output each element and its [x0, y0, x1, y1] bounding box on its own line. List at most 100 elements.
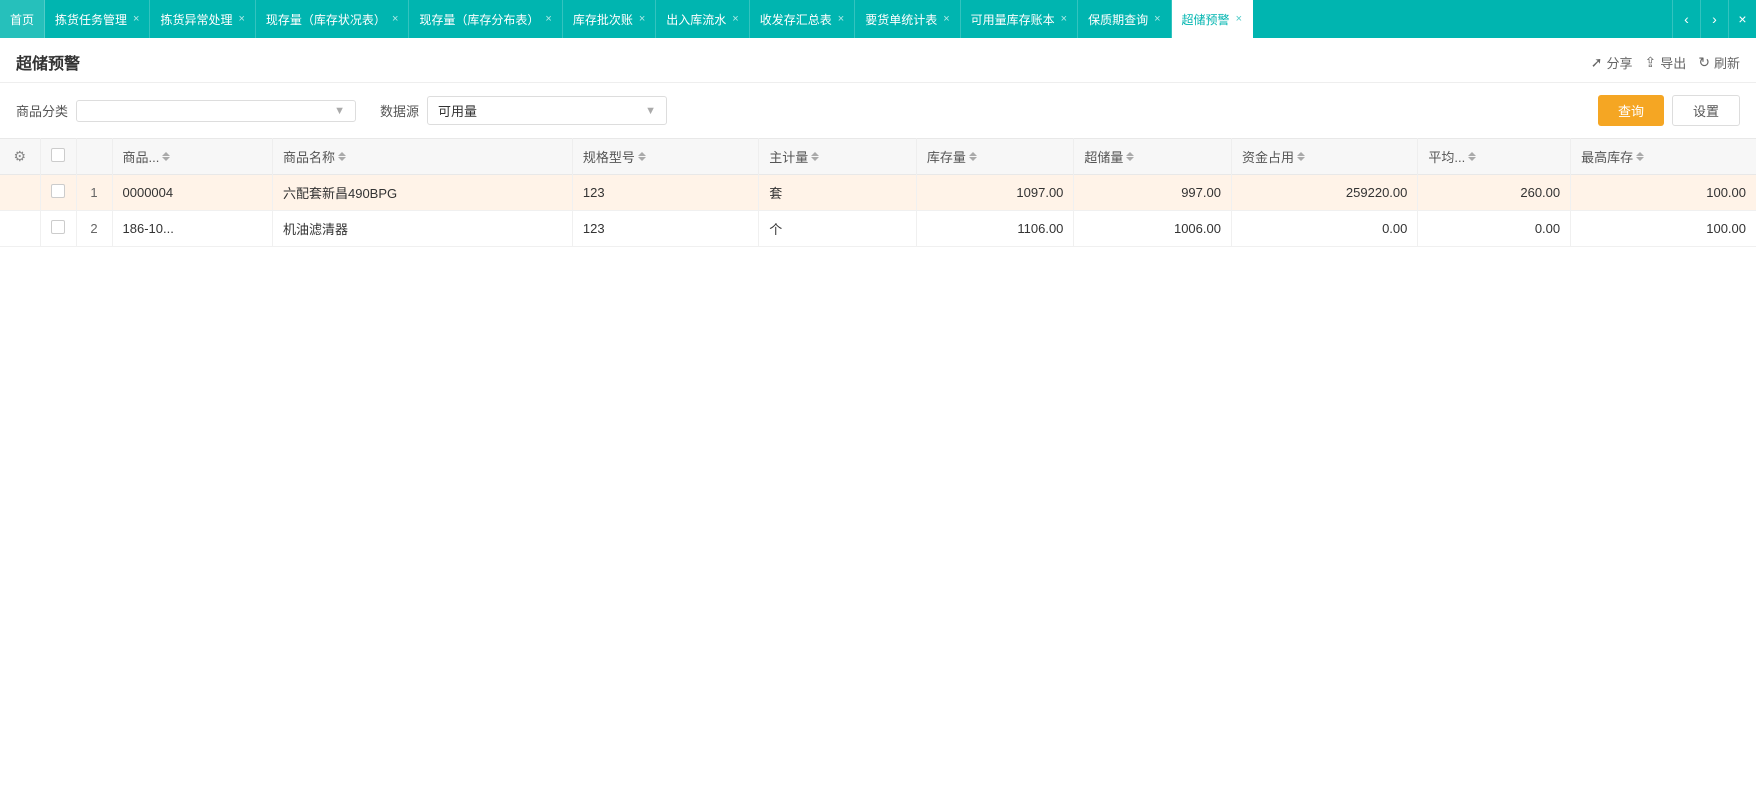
close-icon[interactable]: × [1236, 13, 1242, 25]
chevron-down-icon: ▼ [334, 105, 345, 117]
share-button[interactable]: ➚ 分享 [1591, 53, 1633, 72]
row-product-code: 0000004 [112, 175, 272, 211]
product-name-header[interactable]: 商品名称 [272, 139, 572, 175]
max-header[interactable]: 最高库存 [1571, 139, 1756, 175]
page-header: 超储预警 ➚ 分享 ⇪ 导出 ↻ 刷新 [0, 38, 1756, 83]
category-filter: 商品分类 ▼ [16, 100, 356, 122]
chevron-down-icon: ▼ [645, 105, 656, 117]
row-checkbox-cell[interactable] [40, 211, 76, 247]
data-table: ⚙ 商品... [0, 138, 1756, 247]
row-stock: 1106.00 [916, 211, 1074, 247]
close-icon[interactable]: × [838, 13, 844, 25]
row-checkbox[interactable] [51, 220, 65, 234]
sort-icon [1126, 152, 1134, 161]
unit-header[interactable]: 主计量 [759, 139, 917, 175]
nav-item-2[interactable]: 拣货异常处理 × [150, 0, 255, 38]
category-select[interactable]: ▼ [76, 100, 356, 122]
page-title: 超储预警 [16, 50, 80, 74]
datasource-select[interactable]: 可用量 ▼ [427, 96, 667, 125]
sort-icon [162, 152, 170, 161]
close-icon[interactable]: × [392, 13, 398, 25]
nav-item-7[interactable]: 收发存汇总表 × [750, 0, 855, 38]
nav-next-button[interactable]: › [1700, 0, 1728, 38]
nav-arrows: ‹ › × [1672, 0, 1756, 38]
row-product-name: 六配套新昌490BPG [272, 175, 572, 211]
row-gear-cell [0, 175, 40, 211]
table-container: ⚙ 商品... [0, 138, 1756, 247]
nav-prev-button[interactable]: ‹ [1672, 0, 1700, 38]
row-unit: 套 [759, 175, 917, 211]
nav-item-6[interactable]: 出入库流水 × [656, 0, 749, 38]
product-code-header[interactable]: 商品... [112, 139, 272, 175]
sort-icon [1297, 152, 1305, 161]
close-icon[interactable]: × [238, 13, 244, 25]
gear-icon[interactable]: ⚙ [10, 148, 30, 165]
select-all-checkbox[interactable] [51, 148, 65, 162]
refresh-icon: ↻ [1698, 54, 1710, 71]
nav-bar: 首页 拣货任务管理 × 拣货异常处理 × 现存量（库存状况表） × 现存量（库存… [0, 0, 1756, 38]
row-stock: 1097.00 [916, 175, 1074, 211]
nav-item-3[interactable]: 现存量（库存状况表） × [256, 0, 409, 38]
nav-item-10[interactable]: 保质期查询 × [1078, 0, 1171, 38]
nav-item-4[interactable]: 现存量（库存分布表） × [409, 0, 562, 38]
header-actions: ➚ 分享 ⇪ 导出 ↻ 刷新 [1591, 53, 1740, 72]
datasource-value: 可用量 [438, 101, 477, 120]
close-icon[interactable]: × [1154, 13, 1160, 25]
over-header[interactable]: 超储量 [1074, 139, 1232, 175]
close-icon[interactable]: × [732, 13, 738, 25]
row-num: 2 [76, 211, 112, 247]
sort-icon [1636, 152, 1644, 161]
nav-item-active[interactable]: 超储预警 × [1172, 0, 1253, 38]
close-icon[interactable]: × [639, 13, 645, 25]
setting-button[interactable]: 设置 [1672, 95, 1740, 126]
table-row: 2 186-10... 机油滤清器 123 个 1106.00 1006.00 … [0, 211, 1756, 247]
row-over: 1006.00 [1074, 211, 1232, 247]
avg-header[interactable]: 平均... [1418, 139, 1571, 175]
category-label: 商品分类 [16, 101, 68, 120]
sort-icon [811, 152, 819, 161]
refresh-button[interactable]: ↻ 刷新 [1698, 53, 1740, 72]
close-icon[interactable]: × [545, 13, 551, 25]
row-num: 1 [76, 175, 112, 211]
close-icon[interactable]: × [1061, 13, 1067, 25]
nav-item-8[interactable]: 要货单统计表 × [855, 0, 960, 38]
datasource-label: 数据源 [380, 101, 419, 120]
close-icon[interactable]: × [133, 13, 139, 25]
datasource-filter: 数据源 可用量 ▼ [380, 96, 667, 125]
nav-item-5[interactable]: 库存批次账 × [563, 0, 656, 38]
table-row: 1 0000004 六配套新昌490BPG 123 套 1097.00 997.… [0, 175, 1756, 211]
table-header-row: ⚙ 商品... [0, 139, 1756, 175]
sort-icon [338, 152, 346, 161]
spec-header[interactable]: 规格型号 [572, 139, 758, 175]
capital-header[interactable]: 资金占用 [1231, 139, 1417, 175]
nav-item-1[interactable]: 拣货任务管理 × [45, 0, 150, 38]
page-content: 超储预警 ➚ 分享 ⇪ 导出 ↻ 刷新 商品分类 ▼ 数据源 [0, 38, 1756, 800]
row-checkbox-cell[interactable] [40, 175, 76, 211]
row-avg: 260.00 [1418, 175, 1571, 211]
export-icon: ⇪ [1645, 54, 1657, 71]
row-capital: 0.00 [1231, 211, 1417, 247]
row-product-code: 186-10... [112, 211, 272, 247]
stock-header[interactable]: 库存量 [916, 139, 1074, 175]
gear-header: ⚙ [0, 139, 40, 175]
export-button[interactable]: ⇪ 导出 [1645, 53, 1687, 72]
num-header [76, 139, 112, 175]
nav-item-home[interactable]: 首页 [0, 0, 45, 38]
row-checkbox[interactable] [51, 184, 65, 198]
close-icon[interactable]: × [943, 13, 949, 25]
sort-icon [1468, 152, 1476, 161]
nav-close-button[interactable]: × [1728, 0, 1756, 38]
row-capital: 259220.00 [1231, 175, 1417, 211]
query-button[interactable]: 查询 [1598, 95, 1664, 126]
filter-row: 商品分类 ▼ 数据源 可用量 ▼ 查询 设置 [0, 83, 1756, 138]
filter-actions: 查询 设置 [1598, 95, 1740, 126]
sort-icon [638, 152, 646, 161]
share-icon: ➚ [1591, 54, 1603, 71]
row-spec: 123 [572, 175, 758, 211]
row-product-name: 机油滤清器 [272, 211, 572, 247]
row-max: 100.00 [1571, 175, 1756, 211]
row-over: 997.00 [1074, 175, 1232, 211]
checkbox-header[interactable] [40, 139, 76, 175]
sort-icon [969, 152, 977, 161]
nav-item-9[interactable]: 可用量库存账本 × [961, 0, 1078, 38]
